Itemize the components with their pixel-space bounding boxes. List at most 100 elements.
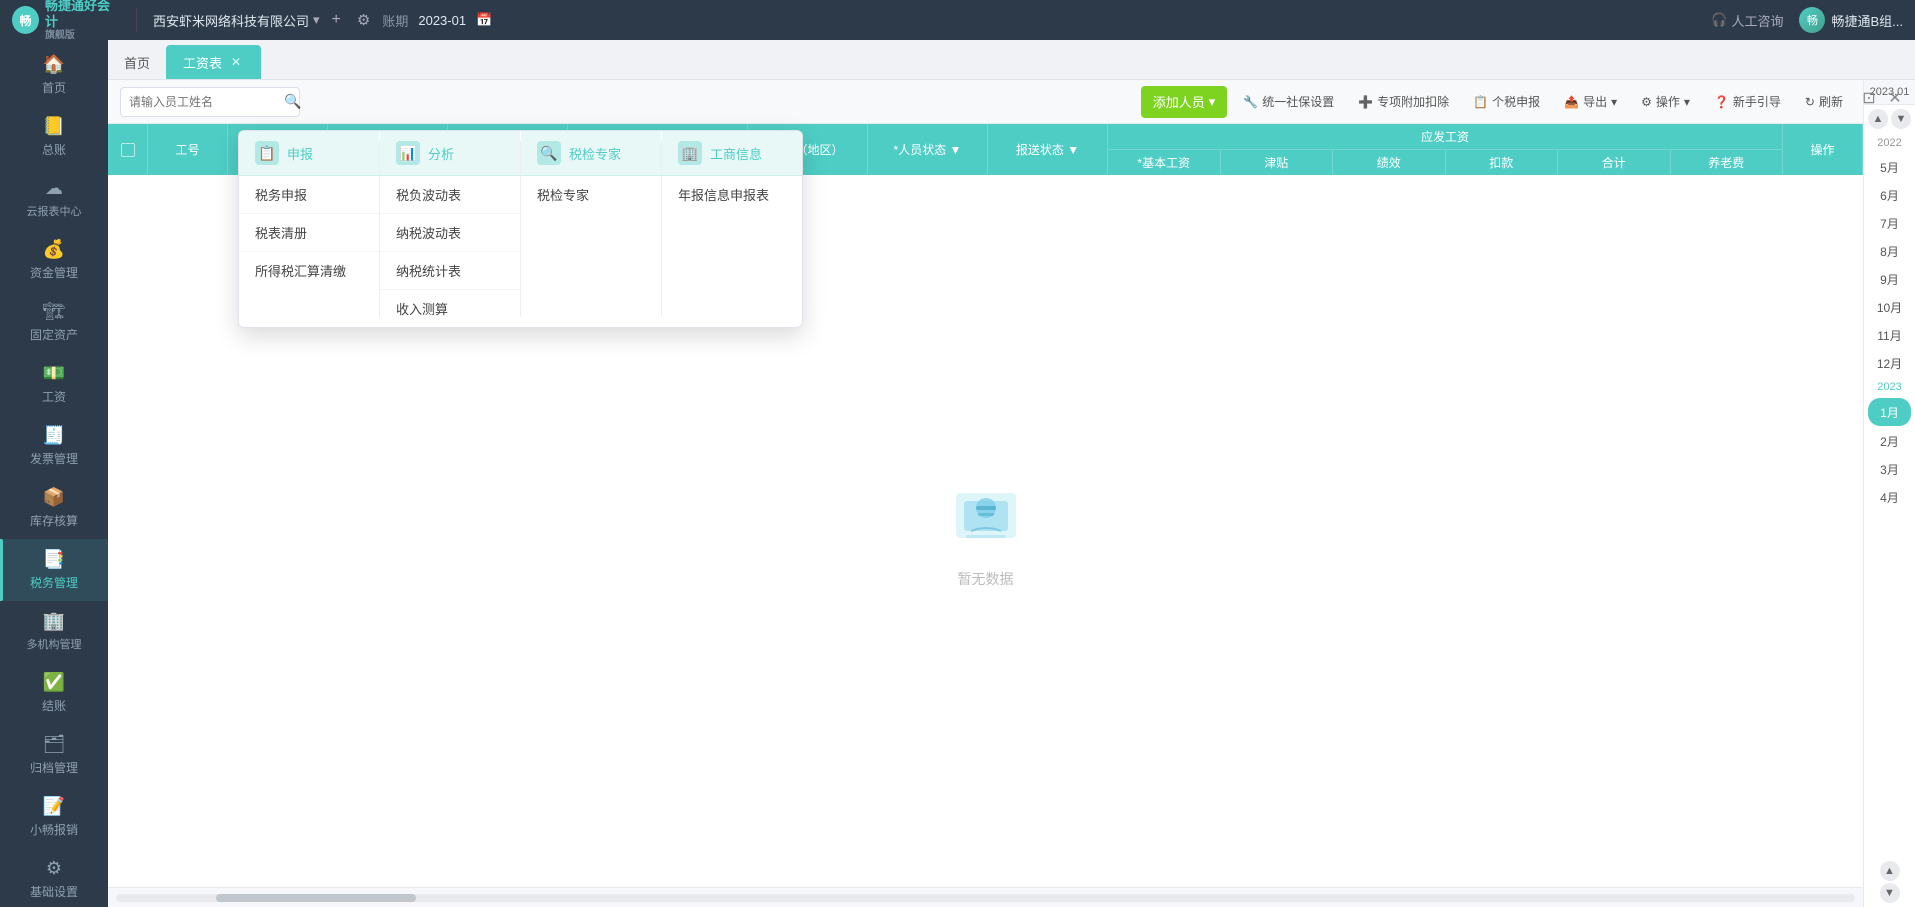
settings-icon[interactable]: ⚙ (357, 11, 370, 29)
tax-form-item[interactable]: 税表清册 (239, 214, 379, 252)
analysis-header: 📊 分析 (380, 131, 520, 176)
status-filter[interactable]: *人员状态 ▼ (894, 141, 962, 158)
cal-2022-05[interactable]: 5月 (1864, 153, 1915, 181)
th-deduction: 扣款 (1446, 150, 1559, 175)
scroll-bar-area (108, 887, 1863, 907)
sidebar-label-invoice: 发票管理 (30, 450, 78, 467)
tax-declaration-item[interactable]: 税务申报 (239, 176, 379, 214)
search-box[interactable]: 🔍 (120, 87, 300, 117)
cal-2022-12[interactable]: 12月 (1864, 349, 1915, 377)
user-menu[interactable]: 畅 畅捷通B组... (1799, 7, 1903, 33)
tab-salary[interactable]: 工资表 ✕ (166, 45, 261, 79)
top-bar-right: 🎧 人工咨询 畅 畅捷通B组... (1711, 7, 1903, 33)
sidebar-item-tax[interactable]: 📑 税务管理 (0, 539, 108, 601)
tax-stats-item[interactable]: 纳税统计表 (380, 252, 520, 290)
tab-close-salary[interactable]: ✕ (228, 54, 244, 70)
tax-expert-icon: 🔍 (537, 141, 561, 165)
period-value: 2023-01 (418, 13, 466, 28)
cal-2023-04[interactable]: 4月 (1864, 483, 1915, 511)
xiao-report-icon: 📝 (43, 796, 65, 817)
cal-2022-07[interactable]: 7月 (1864, 209, 1915, 237)
sidebar-label-funds: 资金管理 (30, 264, 78, 281)
sidebar-item-closing[interactable]: ✅ 结账 (0, 662, 108, 724)
sidebar-item-ledger[interactable]: 📒 总账 (0, 106, 108, 168)
cal-2022-08[interactable]: 8月 (1864, 237, 1915, 265)
income-tax-settlement-item[interactable]: 所得税汇算清缴 (239, 252, 379, 289)
sidebar-item-fixed-assets[interactable]: 🏗 固定资产 (0, 291, 108, 353)
tax-expert-item[interactable]: 税检专家 (521, 176, 661, 213)
header-checkbox[interactable] (121, 143, 135, 157)
sidebar-item-xiao-report[interactable]: 📝 小畅报销 (0, 786, 108, 848)
sidebar-item-basic-settings[interactable]: ⚙ 基础设置 (0, 848, 108, 907)
window-restore-btn[interactable]: ⊡ (1857, 86, 1881, 110)
operation-label: 操作 (1656, 93, 1680, 110)
tax-expert-section: 🔍 税检专家 税检专家 (521, 131, 661, 327)
cal-2022-09[interactable]: 9月 (1864, 265, 1915, 293)
sidebar-label-multi-org: 多机构管理 (27, 636, 82, 652)
sidebar-label-xiao-report: 小畅报销 (30, 821, 78, 838)
export-btn[interactable]: 📤 导出 ▾ (1556, 87, 1625, 117)
cal-2023-01[interactable]: 1月 (1868, 398, 1911, 426)
income-calc-item[interactable]: 收入测算 (380, 290, 520, 327)
settings-icon2: ⚙ (46, 858, 62, 879)
th-operation: 操作 (1783, 124, 1863, 175)
sidebar-item-invoice[interactable]: 🧾 发票管理 (0, 415, 108, 477)
tax-payment-item[interactable]: 纳税波动表 (380, 214, 520, 252)
search-input[interactable] (129, 95, 284, 109)
report-filter[interactable]: 报送状态 ▼ (1016, 141, 1079, 158)
invoice-icon: 🧾 (43, 425, 65, 446)
refresh-icon: ↻ (1805, 95, 1815, 109)
sidebar-item-archive[interactable]: 🗂 归档管理 (0, 724, 108, 786)
calendar-bottom-nav: ▲ ▼ (1864, 857, 1915, 907)
operation-btn[interactable]: ⚙ 操作 ▾ (1633, 87, 1698, 117)
toolbar: 🔍 添加人员 ▾ 🔧 统一社保设置 ➕ 专项附加扣除 (108, 80, 1863, 124)
sidebar-item-funds[interactable]: 💰 资金管理 (0, 229, 108, 291)
social-security-btn[interactable]: 🔧 统一社保设置 (1235, 87, 1342, 117)
period-display: 账期 2023-01 📅 (382, 11, 492, 30)
cal-2023-02[interactable]: 2月 (1864, 427, 1915, 455)
add-company-btn[interactable]: + (332, 11, 341, 29)
company-selector[interactable]: 西安虾米网络科技有限公司 ▾ (153, 11, 320, 30)
special-deduction-btn[interactable]: ➕ 专项附加扣除 (1350, 87, 1457, 117)
content-area: 首页 工资表 ✕ 🔍 添加人员 ▾ (108, 40, 1915, 907)
sidebar-item-cloud-report[interactable]: ☁ 云报表中心 (0, 168, 108, 229)
business-info-header: 🏢 工商信息 (662, 131, 802, 176)
cal-2022-11[interactable]: 11月 (1864, 321, 1915, 349)
closing-icon: ✅ (43, 672, 65, 693)
sidebar-item-inventory[interactable]: 📦 库存核算 (0, 477, 108, 539)
th-checkbox[interactable] (108, 124, 148, 175)
sidebar-item-multi-org[interactable]: 🏢 多机构管理 (0, 601, 108, 662)
tab-bar: 首页 工资表 ✕ (108, 40, 1915, 80)
cal-2022-10[interactable]: 10月 (1864, 293, 1915, 321)
window-close-btn[interactable]: ✕ (1883, 86, 1907, 110)
deduction-icon: ➕ (1358, 95, 1373, 109)
calendar-months: 2022 5月 6月 7月 8月 9月 10月 11月 12月 2023 1月 … (1864, 133, 1915, 857)
tax-return-btn[interactable]: 📋 个税申报 (1465, 87, 1548, 117)
add-person-btn[interactable]: 添加人员 ▾ (1141, 86, 1228, 118)
cal-2023-03[interactable]: 3月 (1864, 455, 1915, 483)
sidebar-item-salary[interactable]: 💵 工资 (0, 353, 108, 415)
tab-home[interactable]: 首页 (108, 45, 166, 79)
horizontal-scroll-track[interactable] (116, 894, 1855, 902)
th-status[interactable]: *人员状态 ▼ (868, 124, 988, 175)
tax-fluctuation-item[interactable]: 税负波动表 (380, 176, 520, 214)
logo-icon: 畅 (12, 6, 39, 34)
analysis-section: 📊 分析 税负波动表 纳税波动表 纳税统计表 收入测算 (380, 131, 520, 327)
sidebar-item-home[interactable]: 🏠 首页 (0, 44, 108, 106)
company-dropdown-icon[interactable]: ▾ (313, 12, 320, 28)
search-icon: 🔍 (284, 93, 301, 110)
calendar-down-btn[interactable]: ▼ (1880, 883, 1900, 903)
refresh-btn[interactable]: ↻ 刷新 (1797, 87, 1851, 117)
period-calendar-icon[interactable]: 📅 (476, 12, 492, 28)
cal-2022-06[interactable]: 6月 (1864, 181, 1915, 209)
window-controls: ⊡ ✕ (1849, 80, 1915, 116)
headset-icon: 🎧 (1711, 12, 1727, 28)
annual-report-item[interactable]: 年报信息申报表 (662, 176, 802, 213)
tax-icon: 📑 (43, 549, 65, 570)
service-btn[interactable]: 🎧 人工咨询 (1711, 11, 1783, 30)
calendar-up-btn[interactable]: ▲ (1880, 861, 1900, 881)
th-report-status[interactable]: 报送状态 ▼ (988, 124, 1108, 175)
period-label: 账期 (382, 11, 408, 30)
guide-btn[interactable]: ❓ 新手引导 (1706, 87, 1789, 117)
horizontal-scroll-thumb[interactable] (216, 894, 416, 902)
